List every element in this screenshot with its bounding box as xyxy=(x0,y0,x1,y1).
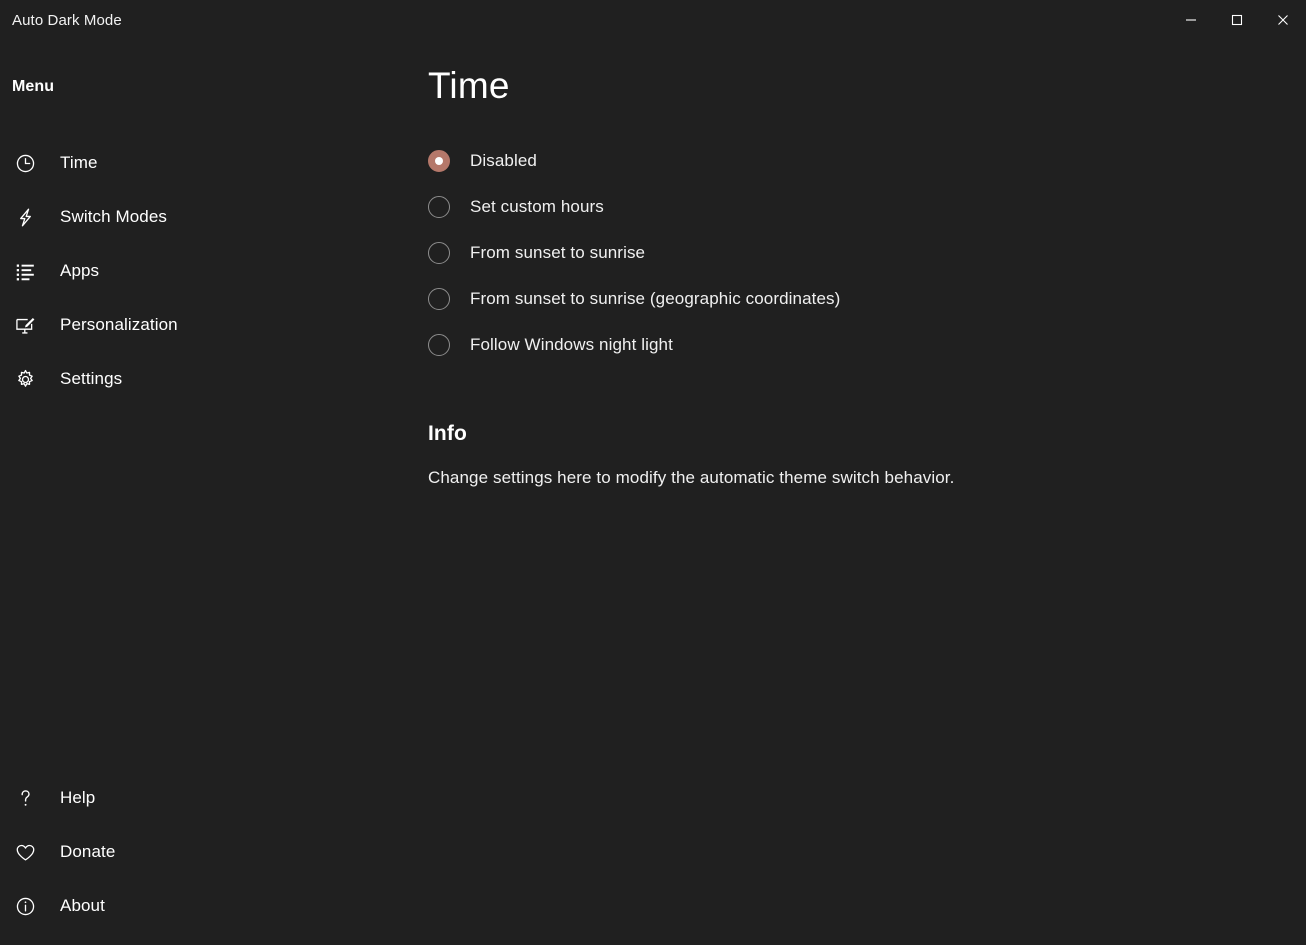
page-title: Time xyxy=(428,65,510,106)
sidebar-item-donate[interactable]: Donate xyxy=(0,829,294,875)
sidebar-header: Menu xyxy=(12,78,55,95)
radio-mark xyxy=(428,288,450,310)
sidebar-item-label: Donate xyxy=(60,842,116,861)
sidebar-item-switch-modes[interactable]: Switch Modes xyxy=(0,194,294,240)
sidebar-item-settings[interactable]: Settings xyxy=(0,356,294,402)
radio-option-follow-windows-night-light[interactable]: Follow Windows night light xyxy=(428,330,673,360)
gear-icon xyxy=(14,368,36,390)
info-description: Change settings here to modify the autom… xyxy=(428,468,955,487)
question-mark-icon xyxy=(14,787,36,809)
radio-option-label: From sunset to sunrise (geographic coord… xyxy=(470,289,841,308)
radio-option-sunset-to-sunrise[interactable]: From sunset to sunrise xyxy=(428,238,645,268)
close-icon xyxy=(1277,14,1289,26)
radio-option-label: Disabled xyxy=(470,151,537,170)
maximize-icon xyxy=(1231,14,1243,26)
sidebar: Menu Time Switch Modes Apps Personalizat… xyxy=(0,40,300,945)
heart-icon xyxy=(14,841,36,863)
sidebar-item-label: Switch Modes xyxy=(60,207,168,226)
clock-icon xyxy=(14,152,36,174)
radio-mark xyxy=(428,242,450,264)
sidebar-item-label: Personalization xyxy=(60,315,178,334)
radio-option-sunset-to-sunrise-geographic[interactable]: From sunset to sunrise (geographic coord… xyxy=(428,284,840,314)
sidebar-item-label: About xyxy=(60,896,105,915)
radio-option-label: From sunset to sunrise xyxy=(470,243,646,262)
main-content: Time Disabled Set custom hours From suns… xyxy=(300,40,1306,945)
radio-option-set-custom-hours[interactable]: Set custom hours xyxy=(428,192,604,222)
info-section: Info Change settings here to modify the … xyxy=(428,423,1248,488)
sidebar-item-label: Time xyxy=(60,153,98,172)
sidebar-nav-secondary: Help Donate About xyxy=(0,767,300,937)
sidebar-nav-primary: Time Switch Modes Apps Personalization S… xyxy=(0,132,300,410)
radio-mark xyxy=(428,150,450,172)
sidebar-item-personalization[interactable]: Personalization xyxy=(0,302,294,348)
sidebar-item-time[interactable]: Time xyxy=(0,140,294,186)
sidebar-item-label: Settings xyxy=(60,369,123,388)
sidebar-item-label: Apps xyxy=(60,261,100,280)
sidebar-item-label: Help xyxy=(60,788,96,807)
info-circle-icon xyxy=(14,895,36,917)
sidebar-item-apps[interactable]: Apps xyxy=(0,248,294,294)
list-icon xyxy=(14,260,36,282)
monitor-pen-icon xyxy=(14,314,36,336)
info-heading: Info xyxy=(428,422,467,445)
caption-button-group xyxy=(1168,0,1306,40)
sidebar-item-help[interactable]: Help xyxy=(0,775,294,821)
radio-mark xyxy=(428,196,450,218)
maximize-button[interactable] xyxy=(1214,0,1260,40)
radio-option-label: Set custom hours xyxy=(470,197,604,216)
time-mode-radio-group: Disabled Set custom hours From sunset to… xyxy=(428,146,1228,376)
sidebar-item-about[interactable]: About xyxy=(0,883,294,929)
window-title: Auto Dark Mode xyxy=(12,11,122,29)
minimize-button[interactable] xyxy=(1168,0,1214,40)
minimize-icon xyxy=(1185,14,1197,26)
radio-mark xyxy=(428,334,450,356)
title-bar: Auto Dark Mode xyxy=(0,0,1306,40)
radio-option-disabled[interactable]: Disabled xyxy=(428,146,537,176)
close-button[interactable] xyxy=(1260,0,1306,40)
lightning-bolt-icon xyxy=(14,206,36,228)
radio-option-label: Follow Windows night light xyxy=(470,335,673,354)
